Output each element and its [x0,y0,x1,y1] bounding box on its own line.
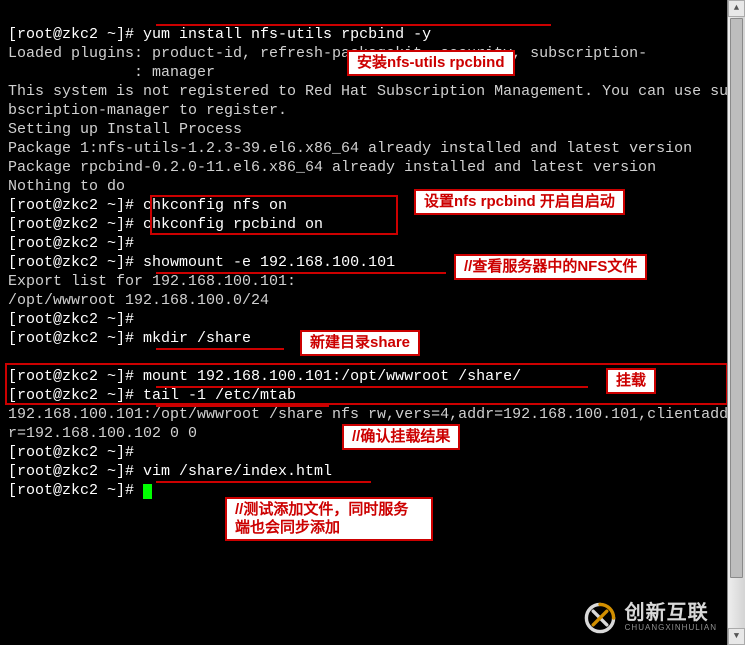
prompt: [root@zkc2 ~]# [8,463,134,480]
command-text: chkconfig rpcbind on [134,216,323,233]
prompt: [root@zkc2 ~]# [8,254,134,271]
output-line: : manager [8,64,215,81]
output-line: Loaded plugins: product-id, refresh-pack… [8,45,647,62]
prompt: [root@zkc2 ~]# [8,368,134,385]
command-text: vim /share/index.html [134,463,332,480]
command-text: mount 192.168.100.101:/opt/wwwroot /shar… [134,368,521,385]
prompt: [root@zkc2 ~]# [8,444,134,461]
command-text: chkconfig nfs on [134,197,287,214]
output-line: Package rpcbind-0.2.0-11.el6.x86_64 alre… [8,159,656,176]
prompt: [root@zkc2 ~]# [8,26,134,43]
output-line: 192.168.100.101:/opt/wwwroot /share nfs … [8,406,728,442]
scroll-thumb[interactable] [730,18,743,578]
watermark-title: 创新互联 [625,603,717,623]
output-line: Setting up Install Process [8,121,242,138]
cursor [143,484,152,499]
prompt: [root@zkc2 ~]# [8,387,134,404]
command-text: tail -1 /etc/mtab [134,387,296,404]
output-line: This system is not registered to Red Hat… [8,83,728,119]
command-text: yum install nfs-utils rpcbind -y [134,26,431,43]
command-text: mkdir /share [134,330,251,347]
prompt: [root@zkc2 ~]# [8,216,134,233]
scroll-down-button[interactable]: ▼ [728,628,745,645]
prompt: [root@zkc2 ~]# [8,235,134,252]
prompt: [root@zkc2 ~]# [8,330,134,347]
prompt: [root@zkc2 ~]# [8,482,134,499]
output-line: Export list for 192.168.100.101: [8,273,296,290]
scroll-up-button[interactable]: ▲ [728,0,745,17]
prompt: [root@zkc2 ~]# [8,311,134,328]
terminal-area[interactable]: [root@zkc2 ~]# yum install nfs-utils rpc… [0,0,745,506]
output-line: /opt/wwwroot 192.168.100.0/24 [8,292,269,309]
output-line: Nothing to do [8,178,125,195]
watermark: 创新互联 CHUANGXINHULIAN [583,601,717,635]
command-text: showmount -e 192.168.100.101 [134,254,395,271]
watermark-subtitle: CHUANGXINHULIAN [625,623,717,633]
watermark-logo-icon [583,601,617,635]
output-line: Package 1:nfs-utils-1.2.3-39.el6.x86_64 … [8,140,692,157]
vertical-scrollbar[interactable]: ▲ ▼ [727,0,745,645]
prompt: [root@zkc2 ~]# [8,197,134,214]
